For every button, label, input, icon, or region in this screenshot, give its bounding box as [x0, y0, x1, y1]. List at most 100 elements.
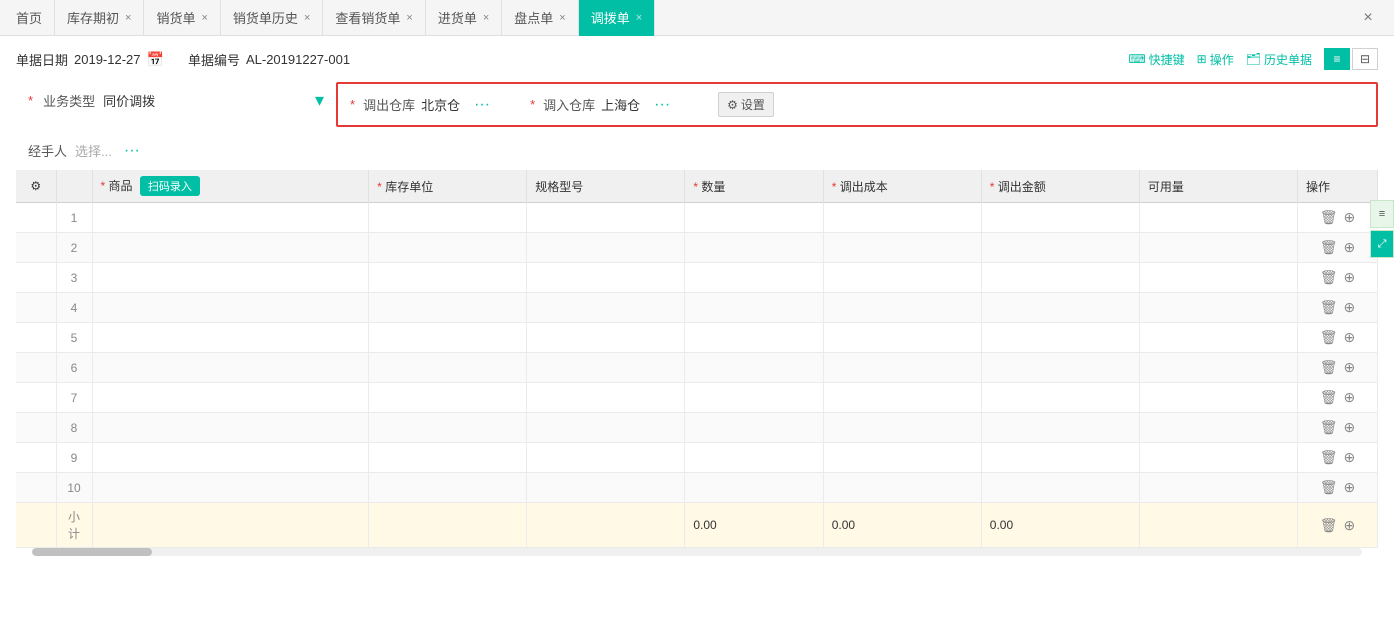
col-product: * 商品 扫码录入	[92, 170, 369, 203]
cell-product-3[interactable]	[92, 263, 369, 293]
window-close-button[interactable]: ×	[1354, 4, 1382, 32]
cell-cost-1	[823, 203, 981, 233]
copy-row-4[interactable]: ⊕	[1344, 299, 1356, 316]
transfer-in-field: * 调入仓库 上海仓 ···	[530, 95, 670, 114]
tab-sales-order[interactable]: 销货单 ×	[144, 0, 220, 36]
copy-row-2[interactable]: ⊕	[1344, 239, 1356, 256]
copy-row-11[interactable]: ⊕	[1344, 517, 1356, 534]
copy-row-5[interactable]: ⊕	[1344, 329, 1356, 346]
tab-close-inventory-init[interactable]: ×	[125, 12, 131, 24]
transfer-out-more[interactable]: ···	[474, 96, 490, 114]
cell-ops-2: 🗑⊕	[1298, 233, 1378, 263]
cell-product-1[interactable]	[92, 203, 369, 233]
cell-product-6[interactable]	[92, 353, 369, 383]
cell-gear-2	[16, 233, 56, 263]
operations-button[interactable]: ⊞ 操作	[1197, 51, 1234, 68]
settings-button[interactable]: ⚙ 设置	[718, 92, 774, 117]
cell-available-6	[1139, 353, 1297, 383]
copy-row-7[interactable]: ⊕	[1344, 389, 1356, 406]
cell-qty-6	[685, 353, 823, 383]
cell-index-9: 9	[56, 443, 92, 473]
side-tool-list[interactable]: ≡	[1370, 200, 1394, 228]
cell-index-5: 5	[56, 323, 92, 353]
delete-row-11[interactable]: 🗑	[1320, 517, 1338, 534]
cell-index-8: 8	[56, 413, 92, 443]
copy-row-6[interactable]: ⊕	[1344, 359, 1356, 376]
cell-amount-8	[981, 413, 1139, 443]
scan-entry-button[interactable]: 扫码录入	[140, 176, 200, 196]
cell-cost-3	[823, 263, 981, 293]
tab-close-sales-order[interactable]: ×	[201, 12, 207, 24]
side-tool-expand[interactable]: ⤢	[1370, 230, 1394, 258]
cell-amount-5	[981, 323, 1139, 353]
tab-inventory-init[interactable]: 库存期初 ×	[55, 0, 144, 36]
cell-product-7[interactable]	[92, 383, 369, 413]
col-gear[interactable]: ⚙	[16, 170, 56, 203]
cell-product-4[interactable]	[92, 293, 369, 323]
cell-product-8[interactable]	[92, 413, 369, 443]
tab-transfer-order[interactable]: 调拨单 ×	[579, 0, 655, 36]
delete-row-10[interactable]: 🗑	[1320, 479, 1338, 496]
copy-row-10[interactable]: ⊕	[1344, 479, 1356, 496]
cell-ops-11: 🗑⊕	[1298, 503, 1378, 548]
business-type-label: 业务类型	[43, 91, 95, 110]
cell-product-9[interactable]	[92, 443, 369, 473]
cell-spec-7	[527, 383, 685, 413]
tab-close-sales-history[interactable]: ×	[304, 12, 310, 24]
history-button[interactable]: 🗂 历史单据	[1246, 51, 1312, 68]
col-qty: * 数量	[685, 170, 823, 203]
cell-product-5[interactable]	[92, 323, 369, 353]
delete-row-1[interactable]: 🗑	[1320, 209, 1338, 226]
scroll-bar-area[interactable]	[32, 548, 1362, 556]
person-more[interactable]: ···	[124, 142, 140, 160]
delete-row-4[interactable]: 🗑	[1320, 299, 1338, 316]
calendar-icon[interactable]: 📅	[147, 51, 164, 68]
transfer-in-more[interactable]: ···	[654, 96, 670, 114]
layout-btn-grid[interactable]: ⊟	[1352, 48, 1378, 70]
delete-row-9[interactable]: 🗑	[1320, 449, 1338, 466]
business-type-dropdown[interactable]: ▾	[315, 90, 324, 111]
cell-spec-3	[527, 263, 685, 293]
shortcut-button[interactable]: ⌨ 快捷键	[1128, 51, 1184, 68]
tab-close-inventory-check[interactable]: ×	[559, 12, 565, 24]
copy-row-1[interactable]: ⊕	[1344, 209, 1356, 226]
cell-spec-6	[527, 353, 685, 383]
main-content: 单据日期 2019-12-27 📅 单据编号 AL-20191227-001 ⌨…	[0, 36, 1394, 568]
col-ops: 操作	[1298, 170, 1378, 203]
cell-cost-10	[823, 473, 981, 503]
delete-row-2[interactable]: 🗑	[1320, 239, 1338, 256]
tab-purchase-order[interactable]: 进货单 ×	[426, 0, 502, 36]
tab-view-sales[interactable]: 查看销货单 ×	[323, 0, 425, 36]
cell-ops-7: 🗑⊕	[1298, 383, 1378, 413]
scroll-bar-thumb[interactable]	[32, 548, 152, 556]
header-actions: ⌨ 快捷键 ⊞ 操作 🗂 历史单据 ≡ ⊟	[1128, 48, 1378, 70]
cell-gear-1	[16, 203, 56, 233]
col-cost: * 调出成本	[823, 170, 981, 203]
tab-close-transfer-order[interactable]: ×	[636, 12, 642, 24]
layout-btn-list[interactable]: ≡	[1324, 48, 1350, 70]
cell-cost-9	[823, 443, 981, 473]
cell-spec-4	[527, 293, 685, 323]
cell-index-10: 10	[56, 473, 92, 503]
delete-row-6[interactable]: 🗑	[1320, 359, 1338, 376]
person-select[interactable]: 选择...	[75, 141, 112, 160]
tab-sales-history[interactable]: 销货单历史 ×	[221, 0, 323, 36]
copy-row-3[interactable]: ⊕	[1344, 269, 1356, 286]
tab-close-view-sales[interactable]: ×	[406, 12, 412, 24]
tab-close-purchase-order[interactable]: ×	[483, 12, 489, 24]
cell-spec-5	[527, 323, 685, 353]
delete-row-5[interactable]: 🗑	[1320, 329, 1338, 346]
delete-row-3[interactable]: 🗑	[1320, 269, 1338, 286]
tab-home[interactable]: 首页	[4, 0, 55, 36]
cell-gear-6	[16, 353, 56, 383]
transfer-out-value: 北京仓	[421, 95, 460, 114]
cell-product-2[interactable]	[92, 233, 369, 263]
cell-product-10[interactable]	[92, 473, 369, 503]
delete-row-7[interactable]: 🗑	[1320, 389, 1338, 406]
copy-row-9[interactable]: ⊕	[1344, 449, 1356, 466]
copy-row-8[interactable]: ⊕	[1344, 419, 1356, 436]
tab-inventory-check[interactable]: 盘点单 ×	[502, 0, 578, 36]
cell-spec-10	[527, 473, 685, 503]
delete-row-8[interactable]: 🗑	[1320, 419, 1338, 436]
side-tools: ≡ ⤢	[1370, 200, 1394, 258]
